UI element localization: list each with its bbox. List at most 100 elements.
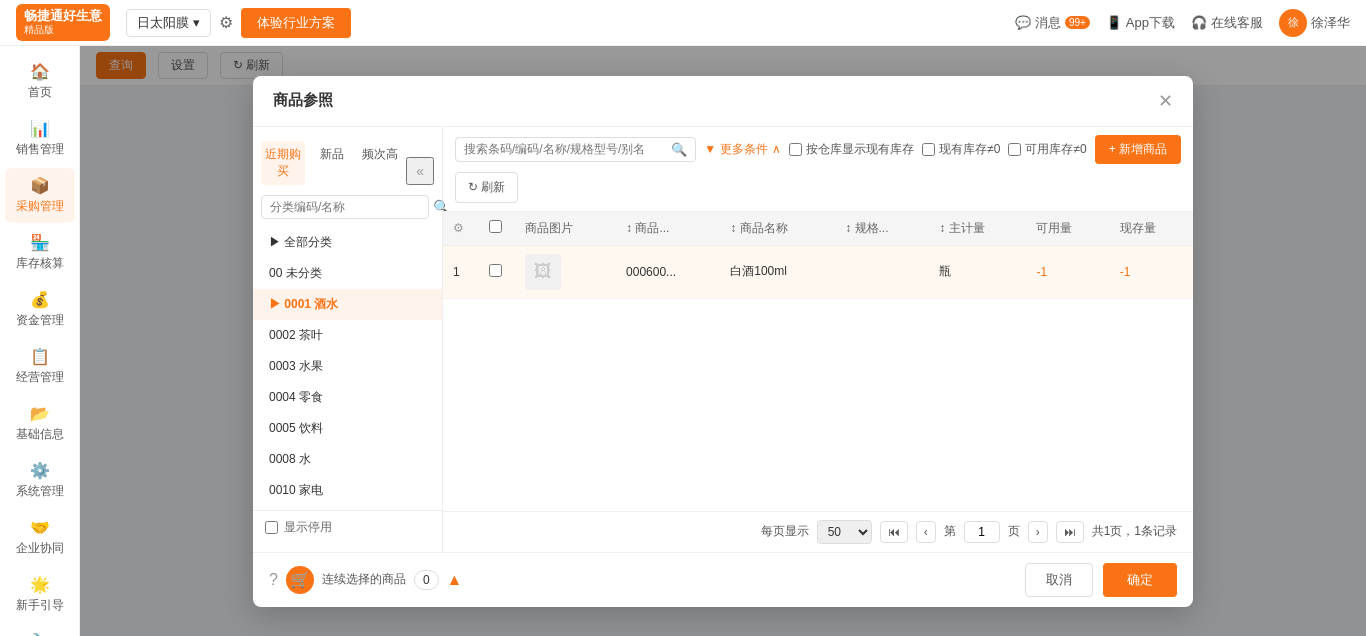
available-stock-checkbox-row: 可用库存≠0: [1008, 141, 1086, 158]
filter-btn[interactable]: ▼ 更多条件 ∧: [704, 141, 781, 158]
col-image: 商品图片: [515, 212, 616, 246]
finance-icon: 💰: [30, 290, 50, 309]
right-panel: 🔍 ▼ 更多条件 ∧ 按仓库显示现有库存: [443, 127, 1193, 552]
cancel-btn[interactable]: 取消: [1025, 563, 1093, 597]
display-disabled-label: 显示停用: [284, 519, 332, 536]
modal-close-btn[interactable]: ✕: [1158, 90, 1173, 112]
category-0010[interactable]: 0010 家电: [253, 475, 442, 506]
tab-frequent[interactable]: 频次高: [358, 141, 402, 185]
sidebar-item-operations[interactable]: 📋 经营管理: [5, 339, 75, 394]
sidebar-label-finance: 资金管理: [16, 312, 64, 329]
col-code[interactable]: ↕ 商品...: [616, 212, 720, 246]
next-page-btn[interactable]: ›: [1028, 521, 1048, 543]
row-spec: [835, 245, 929, 298]
tab-new[interactable]: 新品: [309, 141, 353, 185]
sidebar-item-home[interactable]: 🏠 首页: [5, 54, 75, 109]
footer-collapse-icon[interactable]: ▲: [447, 571, 463, 589]
warehouse-stock-checkbox[interactable]: [789, 143, 802, 156]
sidebar-label-operations: 经营管理: [16, 369, 64, 386]
help-icon[interactable]: ?: [269, 571, 278, 589]
messages-btn[interactable]: 💬 消息 99+: [1015, 14, 1090, 32]
select-all-checkbox[interactable]: [489, 220, 502, 233]
nav-dropdown[interactable]: 日太阳膜 ▾: [126, 9, 211, 37]
prev-page-btn[interactable]: ‹: [916, 521, 936, 543]
product-image: 🖼: [525, 254, 561, 290]
refresh-btn[interactable]: ↻ 刷新: [455, 172, 518, 203]
row-code: 000600...: [616, 245, 720, 298]
recent-tab-label: 近期购买: [265, 147, 301, 178]
page-input[interactable]: [964, 521, 1000, 543]
sidebar-item-finance[interactable]: 💰 资金管理: [5, 282, 75, 337]
footer-left: ? 🛒 连续选择的商品 0 ▲: [269, 566, 462, 594]
available-stock-checkbox[interactable]: [1008, 143, 1021, 156]
sidebar-item-enterprise[interactable]: 🤝 企业协同: [5, 510, 75, 565]
display-disabled-row: 显示停用: [253, 510, 442, 544]
toolbar: 🔍 ▼ 更多条件 ∧ 按仓库显示现有库存: [443, 127, 1193, 212]
category-all[interactable]: ▶ 全部分类: [253, 227, 442, 258]
table-row[interactable]: 1 🖼 000600... 白酒100ml 瓶: [443, 245, 1193, 298]
col-name[interactable]: ↕ 商品名称: [720, 212, 835, 246]
row-select-checkbox[interactable]: [489, 264, 502, 277]
col-checkbox: [479, 212, 515, 246]
category-0003[interactable]: 0003 水果: [253, 351, 442, 382]
logo: 畅捷通好生意 精品版: [16, 4, 110, 42]
current-stock-checkbox-row: 现有库存≠0: [922, 141, 1000, 158]
first-page-btn[interactable]: ⏮: [880, 521, 908, 543]
phone-icon: 📱: [1106, 15, 1122, 30]
sidebar-label-purchase: 采购管理: [16, 198, 64, 215]
product-reference-modal: 商品参照 ✕ 近期购买 新品: [253, 76, 1193, 607]
modal-overlay: 商品参照 ✕ 近期购买 新品: [80, 46, 1366, 636]
sidebar-item-purchase[interactable]: 📦 采购管理: [5, 168, 75, 223]
sidebar-item-guide[interactable]: 🌟 新手引导: [5, 567, 75, 622]
sidebar-label-enterprise: 企业协同: [16, 540, 64, 557]
sidebar-item-system[interactable]: ⚙️ 系统管理: [5, 453, 75, 508]
app-download-btn[interactable]: 📱 App下载: [1106, 14, 1175, 32]
sidebar-item-apps[interactable]: 🔧 应用中心: [5, 624, 75, 636]
filter-chevron-icon: ∧: [772, 142, 781, 156]
messages-badge: 99+: [1065, 16, 1090, 29]
product-search-input[interactable]: [464, 142, 667, 156]
category-0008[interactable]: 0008 水: [253, 444, 442, 475]
confirm-btn[interactable]: 确定: [1103, 563, 1177, 597]
row-unit: 瓶: [929, 245, 1026, 298]
row-checkbox: [479, 245, 515, 298]
page-info: 共1页，1条记录: [1092, 523, 1177, 540]
enterprise-icon: 🤝: [30, 518, 50, 537]
category-0002[interactable]: 0002 茶叶: [253, 320, 442, 351]
add-product-btn[interactable]: + 新增商品: [1095, 135, 1181, 164]
available-stock-label: 可用库存≠0: [1025, 141, 1086, 158]
top-nav: 畅捷通好生意 精品版 日太阳膜 ▾ ⚙ 体验行业方案 💬 消息 99+ 📱 Ap…: [0, 0, 1366, 46]
category-0005[interactable]: 0005 饮料: [253, 413, 442, 444]
tab-recent[interactable]: 近期购买: [261, 141, 305, 185]
sidebar-item-basics[interactable]: 📂 基础信息: [5, 396, 75, 451]
system-icon: ⚙️: [30, 461, 50, 480]
cart-icon[interactable]: 🛒: [286, 566, 314, 594]
product-table: ⚙ 商品图片 ↕ 商品... ↕ 商品名称 ↕ 规格... ↕ 主计量 可用量: [443, 212, 1193, 299]
page-label: 第: [944, 523, 956, 540]
col-settings[interactable]: ⚙: [443, 212, 479, 246]
chevron-down-icon: ▾: [193, 15, 200, 30]
current-stock-checkbox[interactable]: [922, 143, 935, 156]
sidebar-label-home: 首页: [28, 84, 52, 101]
sidebar-item-inventory[interactable]: 🏪 库存核算: [5, 225, 75, 280]
category-0004[interactable]: 0004 零食: [253, 382, 442, 413]
display-disabled-checkbox[interactable]: [265, 521, 278, 534]
sidebar-item-sales[interactable]: 📊 销售管理: [5, 111, 75, 166]
per-page-select[interactable]: 10 20 50 100: [817, 520, 872, 544]
col-spec[interactable]: ↕ 规格...: [835, 212, 929, 246]
category-0001[interactable]: ▶ 0001 酒水: [253, 289, 442, 320]
nav-right: 💬 消息 99+ 📱 App下载 🎧 在线客服 徐 徐泽华: [1015, 9, 1350, 37]
col-unit[interactable]: ↕ 主计量: [929, 212, 1026, 246]
category-search-input[interactable]: [261, 195, 429, 219]
category-search-row: 🔍: [253, 191, 442, 223]
gear-icon[interactable]: ⚙: [219, 13, 233, 32]
continuous-text: 连续选择的商品: [322, 571, 406, 588]
category-00[interactable]: 00 未分类: [253, 258, 442, 289]
online-service-btn[interactable]: 🎧 在线客服: [1191, 14, 1263, 32]
search-icon[interactable]: 🔍: [671, 142, 687, 157]
last-page-btn[interactable]: ⏭: [1056, 521, 1084, 543]
trial-btn[interactable]: 体验行业方案: [241, 8, 351, 38]
user-profile[interactable]: 徐 徐泽华: [1279, 9, 1350, 37]
sidebar-label-sales: 销售管理: [16, 141, 64, 158]
collapse-left-btn[interactable]: «: [406, 157, 434, 185]
